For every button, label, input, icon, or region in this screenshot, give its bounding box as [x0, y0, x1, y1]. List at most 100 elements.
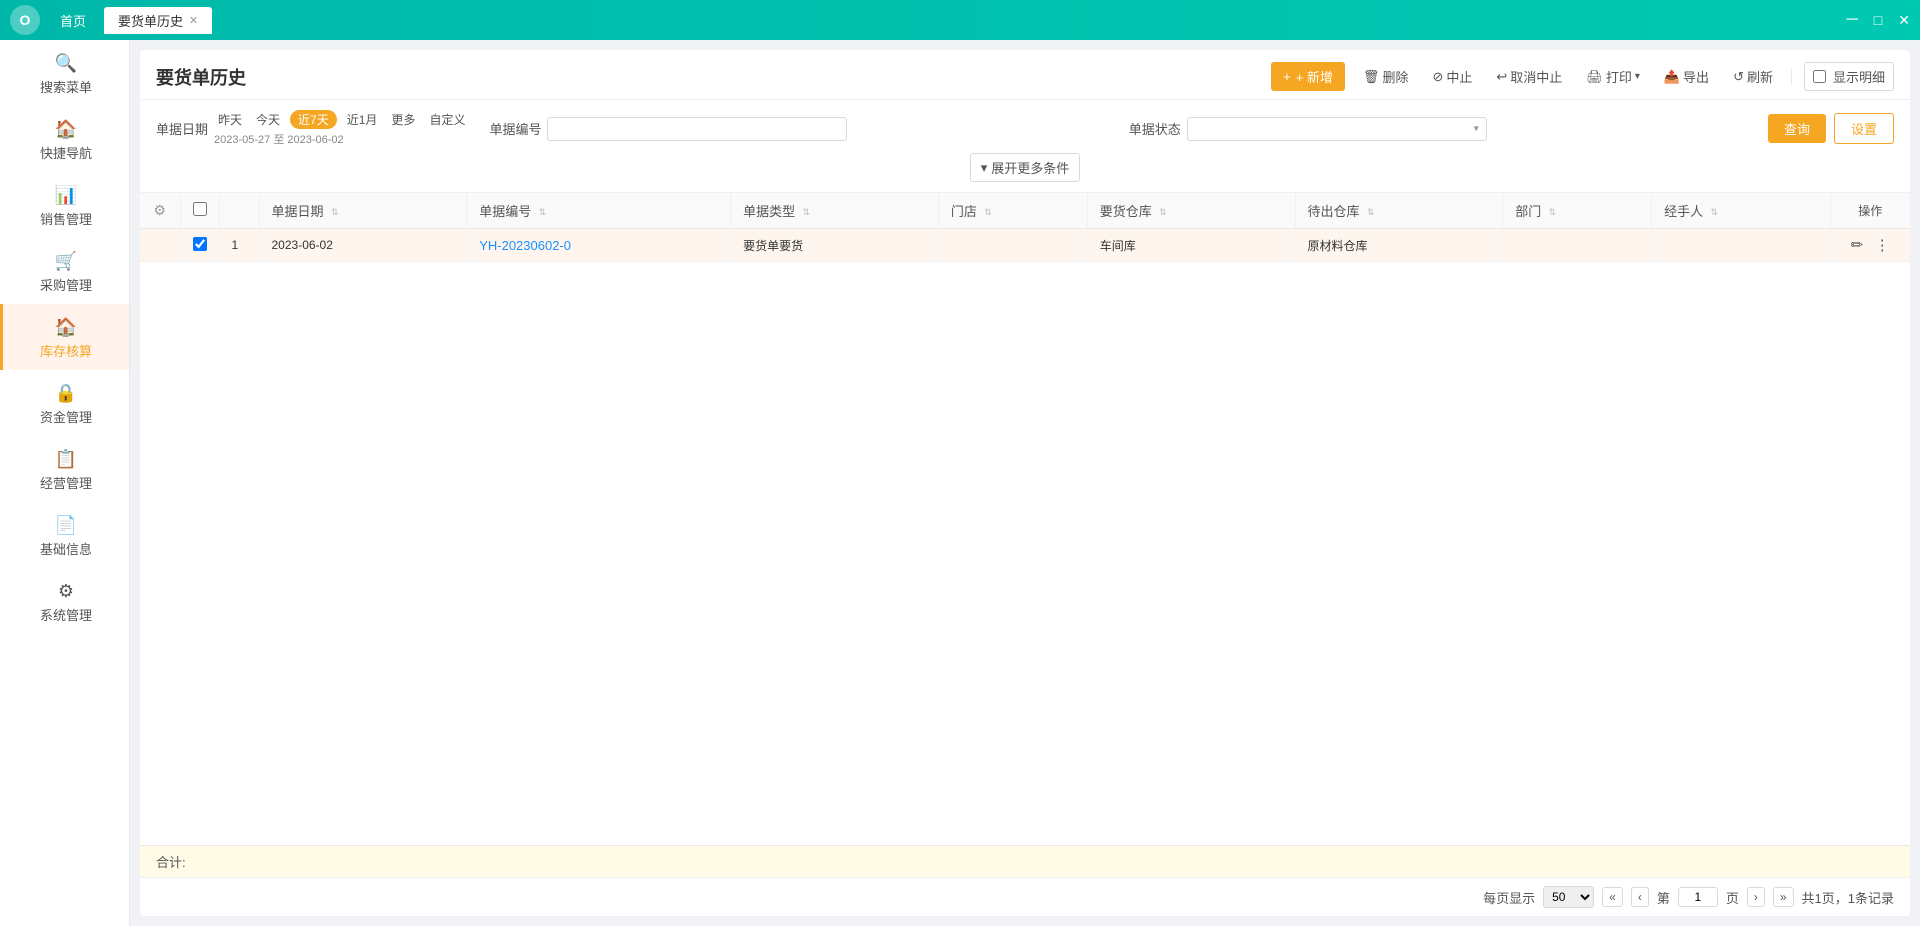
minimize-icon[interactable]: ─: [1846, 11, 1857, 29]
row-settings-cell: [140, 229, 180, 262]
last-page-button[interactable]: »: [1773, 887, 1794, 907]
stop-button[interactable]: ⊘ 中止: [1426, 63, 1478, 90]
sidebar-item-sales[interactable]: 📊 销售管理: [0, 172, 129, 238]
row-more-icon[interactable]: ⋮: [1871, 235, 1894, 256]
search-menu-icon: 🔍: [55, 54, 77, 72]
col-req-warehouse[interactable]: 要货仓库 ⇅: [1087, 193, 1295, 229]
sidebar-item-finance[interactable]: 🔒 资金管理: [0, 370, 129, 436]
row-doc-num-cell: YH-20230602-0: [467, 229, 731, 262]
page-suffix: 页: [1726, 888, 1739, 907]
page-number-input[interactable]: [1678, 887, 1718, 907]
export-icon: 📤: [1664, 69, 1680, 85]
toolbar: + + 新增 🗑 删除 ⊘ 中止 ↩ 取消中止: [1271, 62, 1894, 91]
col-doc-type[interactable]: 单据类型 ⇅: [731, 193, 939, 229]
col-doc-num-label: 单据编号: [479, 204, 531, 219]
date-filter: 单据日期 昨天 今天 近7天 近1月 更多 自定义 2023-05-27 至 2…: [156, 110, 469, 147]
first-page-button[interactable]: «: [1602, 887, 1623, 907]
tab-home-label: 首页: [60, 11, 86, 30]
row-doc-date-cell: 2023-06-02: [259, 229, 467, 262]
cancel-stop-label: 取消中止: [1510, 67, 1562, 86]
window-controls: ─ □ ✕: [1846, 11, 1910, 29]
top-bar: O 首页 要货单历史 ✕ ─ □ ✕: [0, 0, 1920, 40]
sort-icon-req-warehouse: ⇅: [1159, 207, 1167, 218]
export-button[interactable]: 📤 导出: [1658, 63, 1715, 90]
pagination: 每页显示 20 50 100 200 « ‹ 第 页 › » 共1页，1条记录: [140, 877, 1910, 916]
doc-status-input[interactable]: [1187, 117, 1487, 141]
delete-button[interactable]: 🗑 删除: [1357, 63, 1415, 90]
filter-row: 单据日期 昨天 今天 近7天 近1月 更多 自定义 2023-05-27 至 2…: [156, 110, 1894, 147]
new-button[interactable]: + + 新增: [1271, 62, 1345, 91]
doc-num-link[interactable]: YH-20230602-0: [479, 238, 571, 253]
operations-icon: 📋: [55, 450, 77, 468]
col-req-warehouse-label: 要货仓库: [1100, 204, 1152, 219]
delete-label: 删除: [1382, 67, 1408, 86]
print-button[interactable]: 🖨 打印 ▾: [1580, 63, 1646, 90]
col-action: 操作: [1830, 193, 1910, 229]
query-button[interactable]: 查询: [1768, 114, 1826, 143]
col-store[interactable]: 门店 ⇅: [938, 193, 1087, 229]
col-index: [219, 193, 259, 229]
select-all-checkbox[interactable]: [193, 202, 207, 216]
display-detail-button[interactable]: 显示明细: [1804, 62, 1894, 91]
row-department-cell: [1503, 229, 1652, 262]
new-label: + 新增: [1296, 67, 1333, 86]
sidebar-item-inventory[interactable]: 🏠 库存核算: [0, 304, 129, 370]
page-header: 要货单历史 + + 新增 🗑 删除 ⊘ 中止 ↩: [140, 50, 1910, 100]
sidebar-item-system[interactable]: ⚙ 系统管理: [0, 568, 129, 634]
row-edit-icon[interactable]: ✏: [1847, 235, 1868, 256]
row-req-warehouse-cell: 车间库: [1087, 229, 1295, 262]
sidebar-item-operations[interactable]: 📋 经营管理: [0, 436, 129, 502]
table-row[interactable]: 1 2023-06-02 YH-20230602-0 要货单要货 车间库 原材料…: [140, 229, 1910, 262]
column-settings-icon[interactable]: ⚙: [153, 202, 166, 218]
date-btn-today[interactable]: 今天: [252, 110, 284, 129]
date-btn-custom[interactable]: 自定义: [425, 110, 469, 129]
tab-home[interactable]: 首页: [46, 7, 100, 34]
date-btn-more[interactable]: 更多: [387, 110, 419, 129]
print-label: 打印: [1606, 67, 1632, 86]
date-btn-yesterday[interactable]: 昨天: [214, 110, 246, 129]
tab-requisition-label: 要货单历史: [118, 11, 183, 30]
expand-more-button[interactable]: ▾ 展开更多条件: [970, 153, 1081, 182]
maximize-icon[interactable]: □: [1874, 12, 1882, 28]
data-table: ⚙ 单据日期 ⇅ 单据编号: [140, 193, 1910, 262]
col-handler[interactable]: 经手人 ⇅: [1652, 193, 1830, 229]
sidebar-item-search[interactable]: 🔍 搜索菜单: [0, 40, 129, 106]
tab-close-icon[interactable]: ✕: [189, 14, 198, 27]
stop-icon: ⊘: [1432, 69, 1443, 85]
settings-button[interactable]: 设置: [1834, 113, 1894, 144]
doc-status-label: 单据状态: [1129, 119, 1181, 138]
sidebar-item-baseinfo[interactable]: 📄 基础信息: [0, 502, 129, 568]
sidebar-item-finance-label: 资金管理: [40, 407, 92, 426]
date-btn-1month[interactable]: 近1月: [343, 110, 382, 129]
col-doc-num[interactable]: 单据编号 ⇅: [467, 193, 731, 229]
finance-icon: 🔒: [55, 384, 77, 402]
main-layout: 🔍 搜索菜单 🏠 快捷导航 📊 销售管理 🛒 采购管理 🏠 库存核算 🔒 资金管…: [0, 40, 1920, 926]
col-department[interactable]: 部门 ⇅: [1503, 193, 1652, 229]
brand-logo: O: [10, 5, 40, 35]
col-pending-warehouse[interactable]: 待出仓库 ⇅: [1295, 193, 1503, 229]
print-dropdown-icon: ▾: [1635, 71, 1640, 82]
sort-icon-department: ⇅: [1549, 207, 1557, 218]
doc-num-filter: 单据编号: [489, 117, 1108, 141]
cancel-stop-button[interactable]: ↩ 取消中止: [1490, 63, 1568, 90]
page-card: 要货单历史 + + 新增 🗑 删除 ⊘ 中止 ↩: [140, 50, 1910, 916]
date-btn-7days[interactable]: 近7天: [290, 110, 337, 129]
prev-page-button[interactable]: ‹: [1631, 887, 1649, 907]
col-doc-date[interactable]: 单据日期 ⇅: [259, 193, 467, 229]
col-settings: ⚙: [140, 193, 180, 229]
summary-label: 合计:: [156, 855, 186, 870]
page-label: 第: [1657, 888, 1670, 907]
table-container: ⚙ 单据日期 ⇅ 单据编号: [140, 193, 1910, 845]
row-checkbox[interactable]: [193, 237, 207, 251]
col-handler-label: 经手人: [1664, 204, 1703, 219]
tab-requisition-history[interactable]: 要货单历史 ✕: [104, 7, 212, 34]
sort-icon-doc-num: ⇅: [539, 207, 547, 218]
doc-num-input[interactable]: [547, 117, 847, 141]
close-icon[interactable]: ✕: [1898, 12, 1910, 29]
sidebar-item-purchase[interactable]: 🛒 采购管理: [0, 238, 129, 304]
refresh-button[interactable]: ↺ 刷新: [1727, 63, 1779, 90]
next-page-button[interactable]: ›: [1747, 887, 1765, 907]
display-detail-checkbox[interactable]: [1813, 70, 1826, 83]
sidebar-item-quicknav[interactable]: 🏠 快捷导航: [0, 106, 129, 172]
page-size-select[interactable]: 20 50 100 200: [1543, 886, 1594, 908]
